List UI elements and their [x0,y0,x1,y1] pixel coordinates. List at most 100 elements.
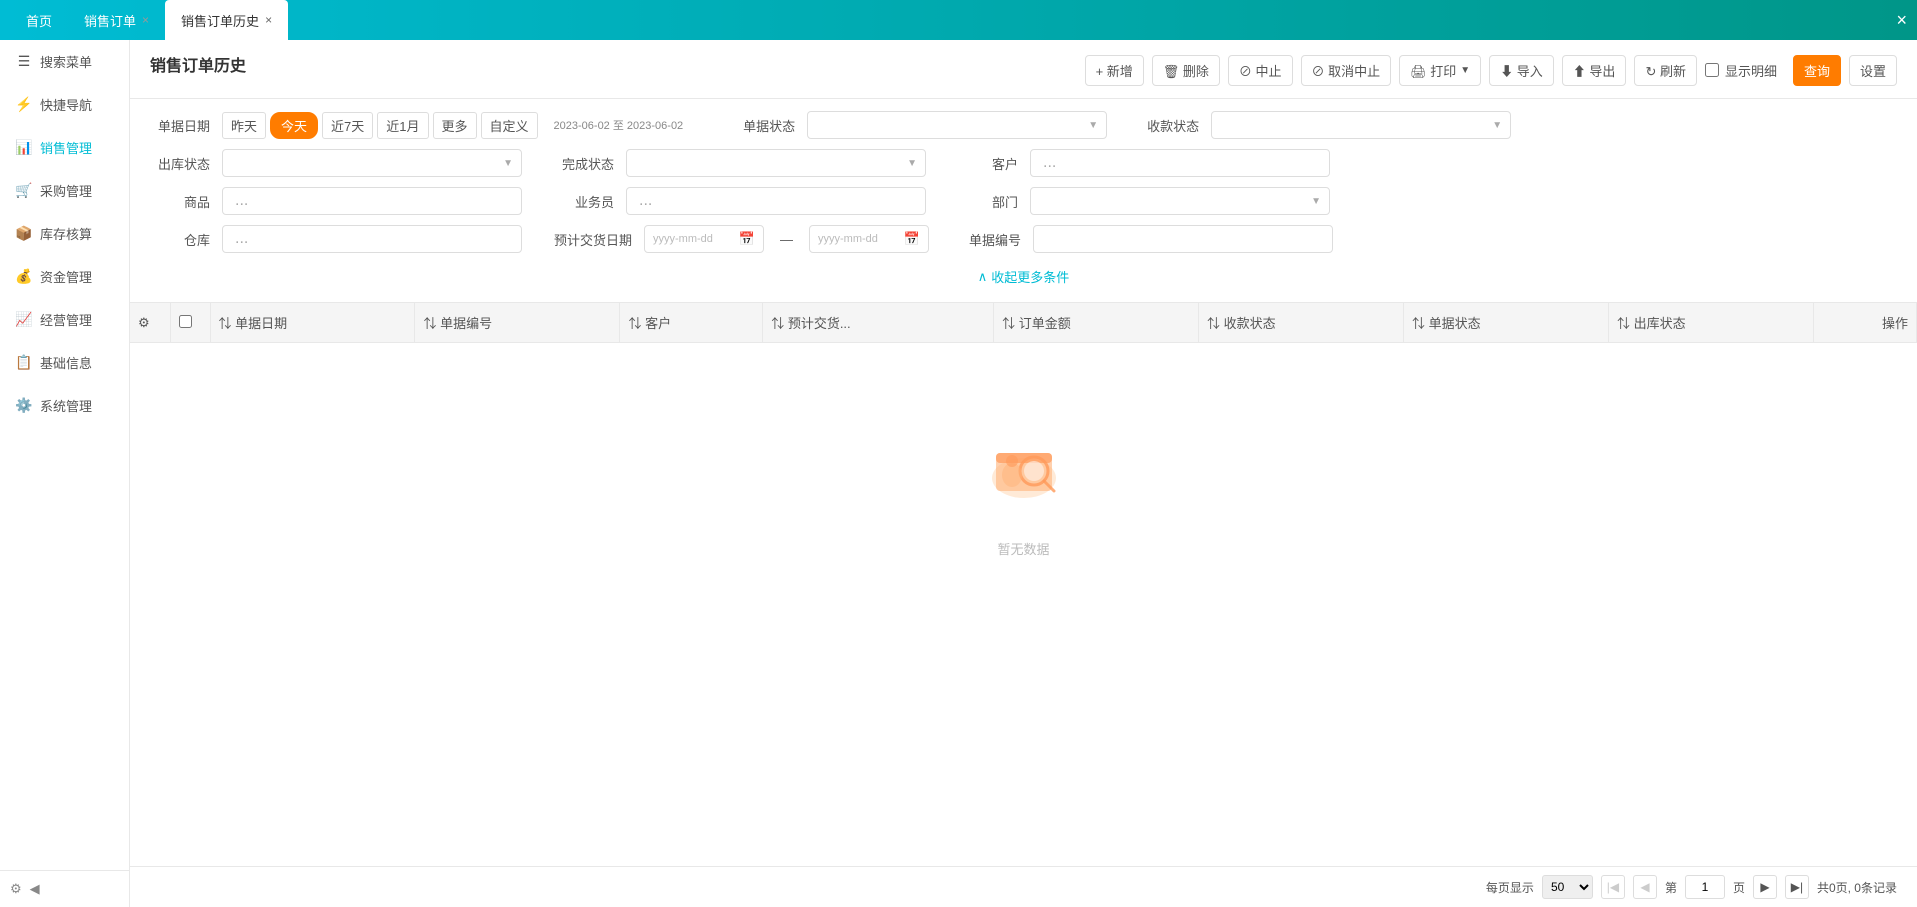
sidebar-label-system-mgmt: 系统管理 [40,396,92,415]
display-detail-label: 显示明细 [1725,61,1777,80]
query-button[interactable]: 查询 [1793,55,1841,86]
th-order-number[interactable]: ⇅ 单据编号 [415,303,620,343]
date-label: 单据日期 [150,116,210,135]
th-order-amount[interactable]: ⇅ 订单金额 [994,303,1199,343]
order-number-label: 单据编号 [961,230,1021,249]
sidebar-label-basic-info: 基础信息 [40,353,92,372]
export-button[interactable]: ⬆ 导出 [1562,55,1627,86]
date-custom-btn[interactable]: 自定义 [481,112,538,139]
th-ship-status[interactable]: ⇅ 出库状态 [1608,303,1813,343]
inventory-icon: 📦 [16,226,32,242]
product-dots[interactable]: ... [231,192,252,210]
sidebar: ☰ 搜索菜单 ⚡ 快捷导航 📊 销售管理 🛒 采购管理 📦 库存核算 💰 资金管… [0,40,130,907]
top-bar: 首页 销售订单 × 销售订单历史 × × [0,0,1917,40]
sidebar-item-search-menu[interactable]: ☰ 搜索菜单 [0,40,129,83]
order-status-select[interactable]: ▼ [807,111,1107,139]
basic-info-icon: 📋 [16,355,32,371]
th-checkbox[interactable] [170,303,210,343]
department-select[interactable]: ▼ [1030,187,1330,215]
sidebar-bottom: ⚙ ◀ [0,870,129,907]
display-detail-checkbox[interactable] [1705,63,1719,77]
sidebar-settings-icon[interactable]: ⚙ [10,881,22,897]
payment-status-select[interactable]: ▼ [1211,111,1511,139]
print-button[interactable]: 🖨 打印 ▼ [1399,55,1481,86]
salesperson-input[interactable]: ... [626,187,926,215]
date-to-input[interactable]: yyyy-mm-dd 📅 [809,225,929,253]
search-menu-icon: ☰ [16,54,32,70]
window-close-icon[interactable]: × [1896,10,1907,31]
date-more-btn[interactable]: 更多 [433,112,477,139]
stop-button[interactable]: ⊘ 中止 [1228,55,1293,86]
th-expected-delivery[interactable]: ⇅ 预计交货... [763,303,994,343]
sidebar-item-capital-mgmt[interactable]: 💰 资金管理 [0,255,129,298]
tab-sales-order-history-close[interactable]: × [265,13,272,27]
date-today-btn[interactable]: 今天 [270,112,318,139]
th-settings[interactable]: ⚙ [130,303,170,343]
select-all-checkbox[interactable] [179,315,192,328]
empty-state: 暂无数据 [130,343,1917,638]
per-page-select[interactable]: 20 50 100 [1542,875,1593,899]
th-customer[interactable]: ⇅ 客户 [620,303,763,343]
complete-status-select[interactable]: ▼ [626,149,926,177]
th-order-status-sort-icon: ⇅ [1412,316,1429,331]
tab-sales-order[interactable]: 销售订单 × [68,0,165,40]
filter-row-3: 商品 ... 业务员 ... 部门 ▼ [150,187,1897,215]
import-button[interactable]: ⬇ 导入 [1489,55,1554,86]
order-status-arrow-icon: ▼ [1088,120,1098,131]
date-yesterday-btn[interactable]: 昨天 [222,112,266,139]
date-7days-btn[interactable]: 近7天 [322,112,373,139]
page-label: 页 [1733,879,1745,896]
settings-button[interactable]: 设置 [1849,55,1897,86]
th-order-status[interactable]: ⇅ 单据状态 [1404,303,1609,343]
department-arrow-icon: ▼ [1311,196,1321,207]
refresh-button[interactable]: ↻ 刷新 [1634,55,1697,86]
order-status-label: 单据状态 [735,116,795,135]
salesperson-dots[interactable]: ... [635,192,656,210]
sidebar-item-quick-nav[interactable]: ⚡ 快捷导航 [0,83,129,126]
payment-status-label: 收款状态 [1139,116,1199,135]
last-page-button[interactable]: ▶| [1785,875,1809,899]
calendar-from-icon[interactable]: 📅 [739,231,755,247]
first-page-button[interactable]: |◀ [1601,875,1625,899]
sidebar-item-purchase-mgmt[interactable]: 🛒 采购管理 [0,169,129,212]
collapse-row: ∧ 收起更多条件 [150,263,1897,290]
sidebar-item-operations-mgmt[interactable]: 📈 经营管理 [0,298,129,341]
new-button[interactable]: + 新增 [1085,55,1144,86]
th-expected-delivery-sort-icon: ⇅ [771,316,788,331]
cancel-stop-button[interactable]: ⊘ 取消中止 [1301,55,1392,86]
tab-sales-order-history[interactable]: 销售订单历史 × [165,0,288,40]
tab-sales-order-close[interactable]: × [142,13,149,27]
page-title: 销售订单历史 [150,52,1085,76]
sidebar-item-basic-info[interactable]: 📋 基础信息 [0,341,129,384]
salesperson-label: 业务员 [554,192,614,211]
tab-home[interactable]: 首页 [10,0,68,40]
sidebar-item-sales-mgmt[interactable]: 📊 销售管理 [0,126,129,169]
date-from-input[interactable]: yyyy-mm-dd 📅 [644,225,764,253]
date-range-display: 2023-06-02 至 2023-06-02 [554,117,684,133]
ship-status-select[interactable]: ▼ [222,149,522,177]
page-number-input[interactable] [1685,875,1725,899]
order-number-input[interactable] [1033,225,1333,253]
quick-nav-icon: ⚡ [16,97,32,113]
product-input[interactable]: ... [222,187,522,215]
collapse-arrow-icon: ∧ [978,269,988,285]
calendar-to-icon[interactable]: 📅 [904,231,920,247]
customer-dots[interactable]: ... [1039,154,1060,172]
sidebar-item-system-mgmt[interactable]: ⚙️ 系统管理 [0,384,129,427]
empty-text: 暂无数据 [997,539,1049,558]
th-payment-status[interactable]: ⇅ 收款状态 [1199,303,1404,343]
next-page-button[interactable]: ▶ [1753,875,1777,899]
sidebar-collapse-icon[interactable]: ◀ [30,881,40,897]
sidebar-item-inventory[interactable]: 📦 库存核算 [0,212,129,255]
warehouse-dots[interactable]: ... [231,230,252,248]
filter-row-1: 单据日期 昨天 今天 近7天 近1月 更多 [150,111,1897,139]
delete-button[interactable]: 🗑 删除 [1152,55,1220,86]
th-order-date[interactable]: ⇅ 单据日期 [210,303,415,343]
customer-input[interactable]: ... [1030,149,1330,177]
prev-page-button[interactable]: ◀ [1633,875,1657,899]
warehouse-input[interactable]: ... [222,225,522,253]
collapse-button[interactable]: ∧ 收起更多条件 [978,267,1070,286]
settings-icon[interactable]: ⚙ [138,315,150,330]
product-label: 商品 [150,192,210,211]
date-1month-btn[interactable]: 近1月 [377,112,428,139]
